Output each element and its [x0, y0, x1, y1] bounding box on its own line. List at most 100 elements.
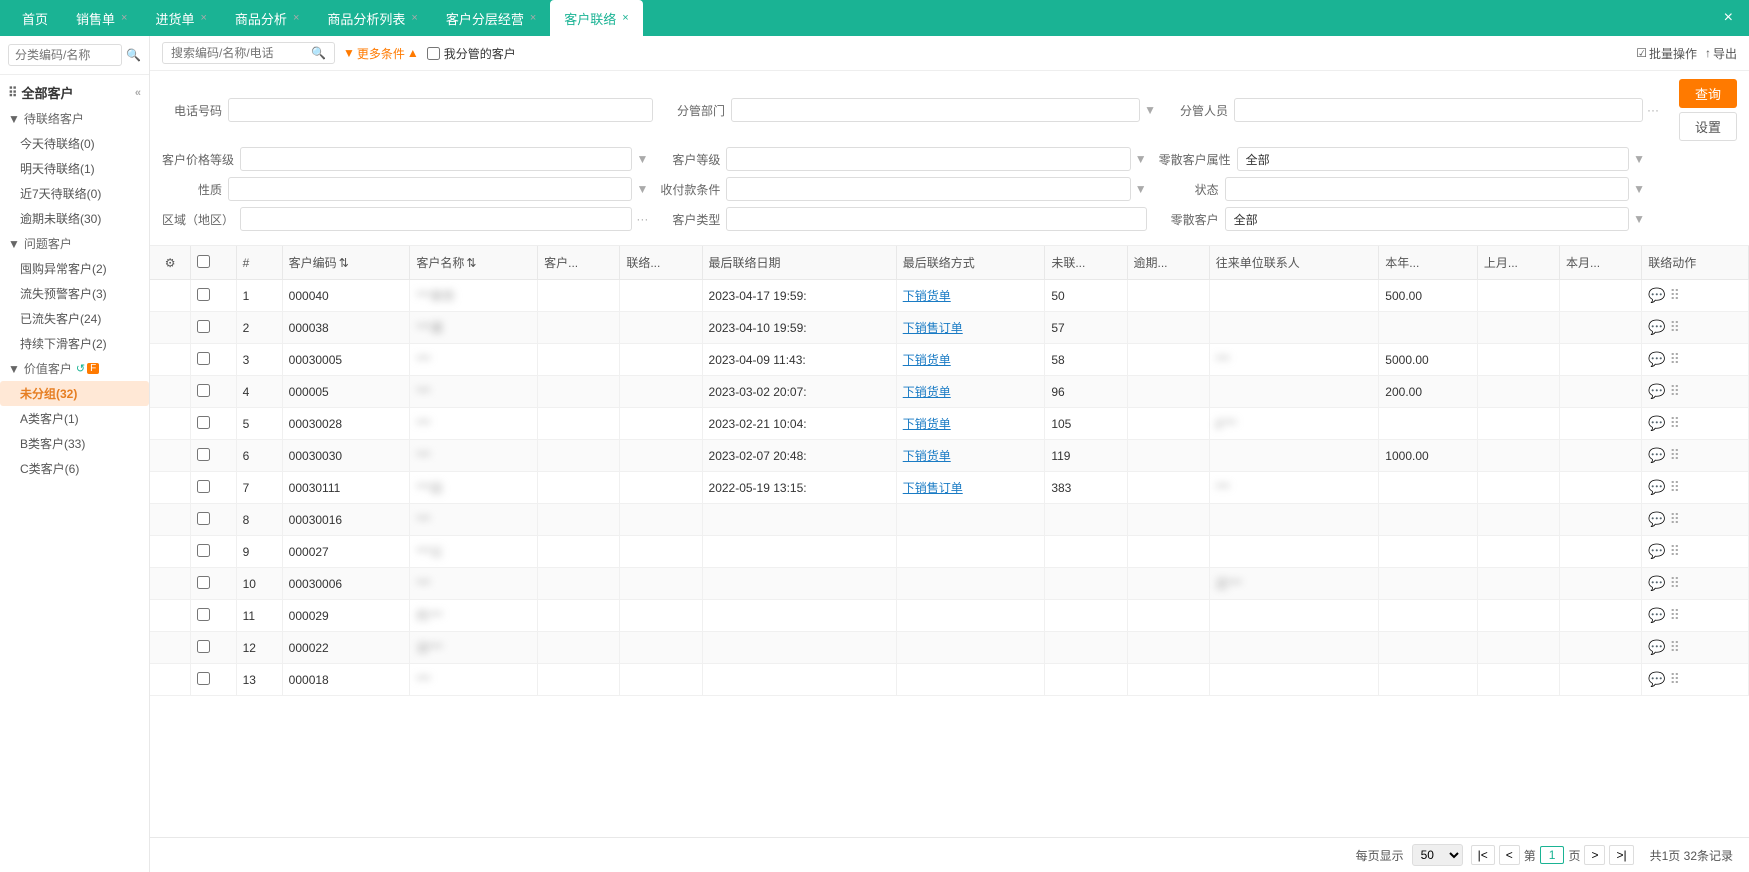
grid-action-icon[interactable]: ⠿: [1670, 383, 1680, 400]
sidebar-item-ungrouped[interactable]: 未分组(32): [0, 381, 149, 406]
row-last-contact-way-cell[interactable]: 下销货单: [896, 376, 1045, 408]
sidebar-item-a-customers[interactable]: A类客户(1): [0, 406, 149, 431]
price-level-input[interactable]: [240, 147, 632, 171]
grid-action-icon[interactable]: ⠿: [1670, 351, 1680, 368]
row-last-contact-way-cell[interactable]: 下销货单: [896, 408, 1045, 440]
close-icon[interactable]: ×: [200, 12, 206, 24]
grid-action-icon[interactable]: ⠿: [1670, 607, 1680, 624]
tab-home[interactable]: 首页: [8, 0, 62, 36]
this-year-th[interactable]: 本年...: [1379, 246, 1478, 280]
sidebar-item-7days-pending[interactable]: 近7天待联络(0): [0, 181, 149, 206]
select-all-th[interactable]: [191, 246, 236, 280]
group-value-customers[interactable]: ▼ 价值客户 ↺ F: [0, 356, 149, 381]
row-check-cell[interactable]: [191, 664, 236, 696]
sidebar-item-today-pending[interactable]: 今天待联络(0): [0, 131, 149, 156]
row-last-contact-way-cell[interactable]: 下销售订单: [896, 472, 1045, 504]
grid-action-icon[interactable]: ⠿: [1670, 415, 1680, 432]
my-customers-checkbox-label[interactable]: 我分管的客户: [427, 45, 516, 62]
close-icon[interactable]: ×: [622, 12, 628, 24]
grid-action-icon[interactable]: ⠿: [1670, 671, 1680, 688]
next-page-button[interactable]: >: [1584, 845, 1605, 865]
sidebar-item-churned[interactable]: 已流失客户(24): [0, 306, 149, 331]
grid-action-icon[interactable]: ⠿: [1670, 319, 1680, 336]
customer-type-th[interactable]: 客户...: [538, 246, 620, 280]
dept-input[interactable]: [731, 98, 1140, 122]
more-conditions-button[interactable]: ▼ 更多条件 ▲: [343, 45, 419, 62]
group-problem-customers[interactable]: ▼ 问题客户: [0, 231, 149, 256]
customer-code-th[interactable]: 客户编码⇅: [282, 246, 410, 280]
last-month-th[interactable]: 上月...: [1477, 246, 1559, 280]
grid-action-icon[interactable]: ⠿: [1670, 479, 1680, 496]
sidebar-item-tomorrow-pending[interactable]: 明天待联络(1): [0, 156, 149, 181]
row-checkbox[interactable]: [197, 320, 210, 333]
row-last-contact-way-cell[interactable]: [896, 632, 1045, 664]
group-pending-contact[interactable]: ▼ 待联络客户: [0, 106, 149, 131]
row-check-cell[interactable]: [191, 472, 236, 504]
chat-icon[interactable]: 💬: [1648, 287, 1665, 304]
more-options-icon[interactable]: ···: [636, 212, 648, 226]
person-input[interactable]: [1234, 98, 1643, 122]
more-options-icon[interactable]: ···: [1647, 103, 1659, 117]
row-checkbox[interactable]: [197, 640, 210, 653]
search-icon[interactable]: 🔍: [311, 46, 326, 60]
status-input[interactable]: [1225, 177, 1629, 201]
row-checkbox[interactable]: [197, 352, 210, 365]
sidebar-search-icon[interactable]: 🔍: [126, 48, 141, 62]
close-icon[interactable]: ×: [530, 12, 536, 24]
reset-button[interactable]: 设置: [1679, 112, 1737, 141]
sidebar-item-churn-warning[interactable]: 流失预警客户(3): [0, 281, 149, 306]
retail-input[interactable]: [1225, 207, 1629, 231]
row-check-cell[interactable]: [191, 504, 236, 536]
tab-sales[interactable]: 销售单 ×: [62, 0, 141, 36]
row-checkbox[interactable]: [197, 416, 210, 429]
row-check-cell[interactable]: [191, 376, 236, 408]
prev-page-button[interactable]: <: [1499, 845, 1520, 865]
my-customers-checkbox[interactable]: [427, 47, 440, 60]
overdue-th[interactable]: 逾期...: [1127, 246, 1209, 280]
chat-icon[interactable]: 💬: [1648, 607, 1665, 624]
chat-icon[interactable]: 💬: [1648, 671, 1665, 688]
row-checkbox[interactable]: [197, 288, 210, 301]
last-contact-way-th[interactable]: 最后联络方式: [896, 246, 1045, 280]
grid-action-icon[interactable]: ⠿: [1670, 287, 1680, 304]
row-checkbox[interactable]: [197, 608, 210, 621]
all-customers-label[interactable]: ⠿ 全部客户 «: [0, 75, 149, 106]
row-last-contact-way-cell[interactable]: 下销货单: [896, 440, 1045, 472]
row-check-cell[interactable]: [191, 344, 236, 376]
retail-attr-input[interactable]: [1237, 147, 1629, 171]
tab-customer-contact[interactable]: 客户联络 ×: [550, 0, 642, 36]
row-checkbox[interactable]: [197, 384, 210, 397]
chat-icon[interactable]: 💬: [1648, 415, 1665, 432]
last-contact-date-th[interactable]: 最后联络日期: [702, 246, 896, 280]
row-check-cell[interactable]: [191, 568, 236, 600]
row-last-contact-way-cell[interactable]: [896, 504, 1045, 536]
row-last-contact-way-cell[interactable]: 下销售订单: [896, 312, 1045, 344]
nature-input[interactable]: [228, 177, 632, 201]
row-check-cell[interactable]: [191, 536, 236, 568]
sidebar-item-c-customers[interactable]: C类客户(6): [0, 456, 149, 481]
per-page-select[interactable]: 50 100 200: [1412, 844, 1463, 866]
sidebar-item-declining[interactable]: 持续下滑客户(2): [0, 331, 149, 356]
refresh-icon[interactable]: ↺: [76, 362, 85, 375]
row-checkbox[interactable]: [197, 480, 210, 493]
customer-level-input[interactable]: [726, 147, 1130, 171]
grid-action-icon[interactable]: ⠿: [1670, 447, 1680, 464]
chat-icon[interactable]: 💬: [1648, 319, 1665, 336]
sidebar-search-input[interactable]: [8, 44, 122, 66]
tab-analysis-list[interactable]: 商品分析列表 ×: [313, 0, 431, 36]
chat-icon[interactable]: 💬: [1648, 479, 1665, 496]
customer-type-input[interactable]: [726, 207, 1146, 231]
row-check-cell[interactable]: [191, 600, 236, 632]
close-icon[interactable]: ×: [293, 12, 299, 24]
close-icon[interactable]: ×: [411, 12, 417, 24]
last-page-button[interactable]: >|: [1609, 845, 1633, 865]
export-button[interactable]: ↑ 导出: [1705, 45, 1737, 62]
query-button[interactable]: 查询: [1679, 79, 1737, 108]
row-checkbox[interactable]: [197, 512, 210, 525]
row-last-contact-way-cell[interactable]: 下销货单: [896, 344, 1045, 376]
select-all-checkbox[interactable]: [197, 255, 210, 268]
row-last-contact-way-cell[interactable]: [896, 600, 1045, 632]
table-config-th[interactable]: ⚙: [150, 246, 191, 280]
close-icon[interactable]: ×: [121, 12, 127, 24]
tab-purchase[interactable]: 进货单 ×: [141, 0, 220, 36]
